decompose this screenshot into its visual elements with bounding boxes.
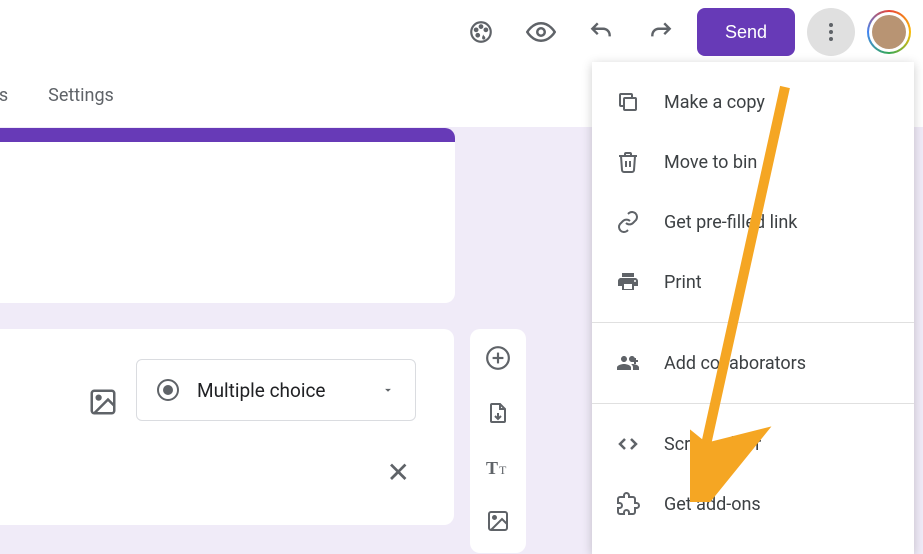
menu-add-collaborators[interactable]: Add collaborators <box>592 333 914 393</box>
theme-icon[interactable] <box>457 8 505 56</box>
tab-settings[interactable]: Settings <box>48 85 114 106</box>
more-menu-button[interactable] <box>807 8 855 56</box>
menu-separator <box>592 403 914 404</box>
radio-icon <box>157 379 179 401</box>
undo-icon[interactable] <box>577 8 625 56</box>
menu-get-addons[interactable]: Get add-ons <box>592 474 914 534</box>
menu-label: Get add-ons <box>664 494 761 515</box>
redo-icon[interactable] <box>637 8 685 56</box>
menu-script-editor[interactable]: Script editor <box>592 414 914 474</box>
menu-label: Move to bin <box>664 152 757 173</box>
chevron-down-icon <box>381 379 395 402</box>
avatar[interactable] <box>867 10 911 54</box>
menu-label: Get pre-filled link <box>664 212 797 233</box>
menu-separator <box>592 322 914 323</box>
menu-label: Add collaborators <box>664 353 806 374</box>
tab-responses[interactable]: ses <box>0 85 8 106</box>
import-questions-icon[interactable] <box>486 401 510 429</box>
add-title-icon[interactable]: TT <box>486 455 510 483</box>
svg-text:T: T <box>499 463 507 477</box>
menu-label: Print <box>664 272 702 293</box>
question-card[interactable]: Multiple choice ✕ <box>0 329 454 525</box>
form-header-card[interactable] <box>0 128 455 303</box>
more-menu: Make a copy Move to bin Get pre-filled l… <box>592 62 914 554</box>
remove-option-icon[interactable]: ✕ <box>387 456 410 489</box>
question-type-label: Multiple choice <box>197 379 325 402</box>
insert-image-icon[interactable] <box>88 387 118 417</box>
question-side-toolbar: TT <box>470 329 526 553</box>
add-image-icon[interactable] <box>486 509 510 537</box>
question-type-select[interactable]: Multiple choice <box>136 359 416 421</box>
svg-text:T: T <box>486 458 498 478</box>
menu-label: Script editor <box>664 434 761 455</box>
menu-make-copy[interactable]: Make a copy <box>592 72 914 132</box>
send-button[interactable]: Send <box>697 8 795 56</box>
top-toolbar: Send <box>0 0 923 64</box>
preview-icon[interactable] <box>517 8 565 56</box>
menu-move-to-bin[interactable]: Move to bin <box>592 132 914 192</box>
menu-label: Make a copy <box>664 92 765 113</box>
menu-prefilled-link[interactable]: Get pre-filled link <box>592 192 914 252</box>
add-question-icon[interactable] <box>485 345 511 375</box>
menu-print[interactable]: Print <box>592 252 914 312</box>
